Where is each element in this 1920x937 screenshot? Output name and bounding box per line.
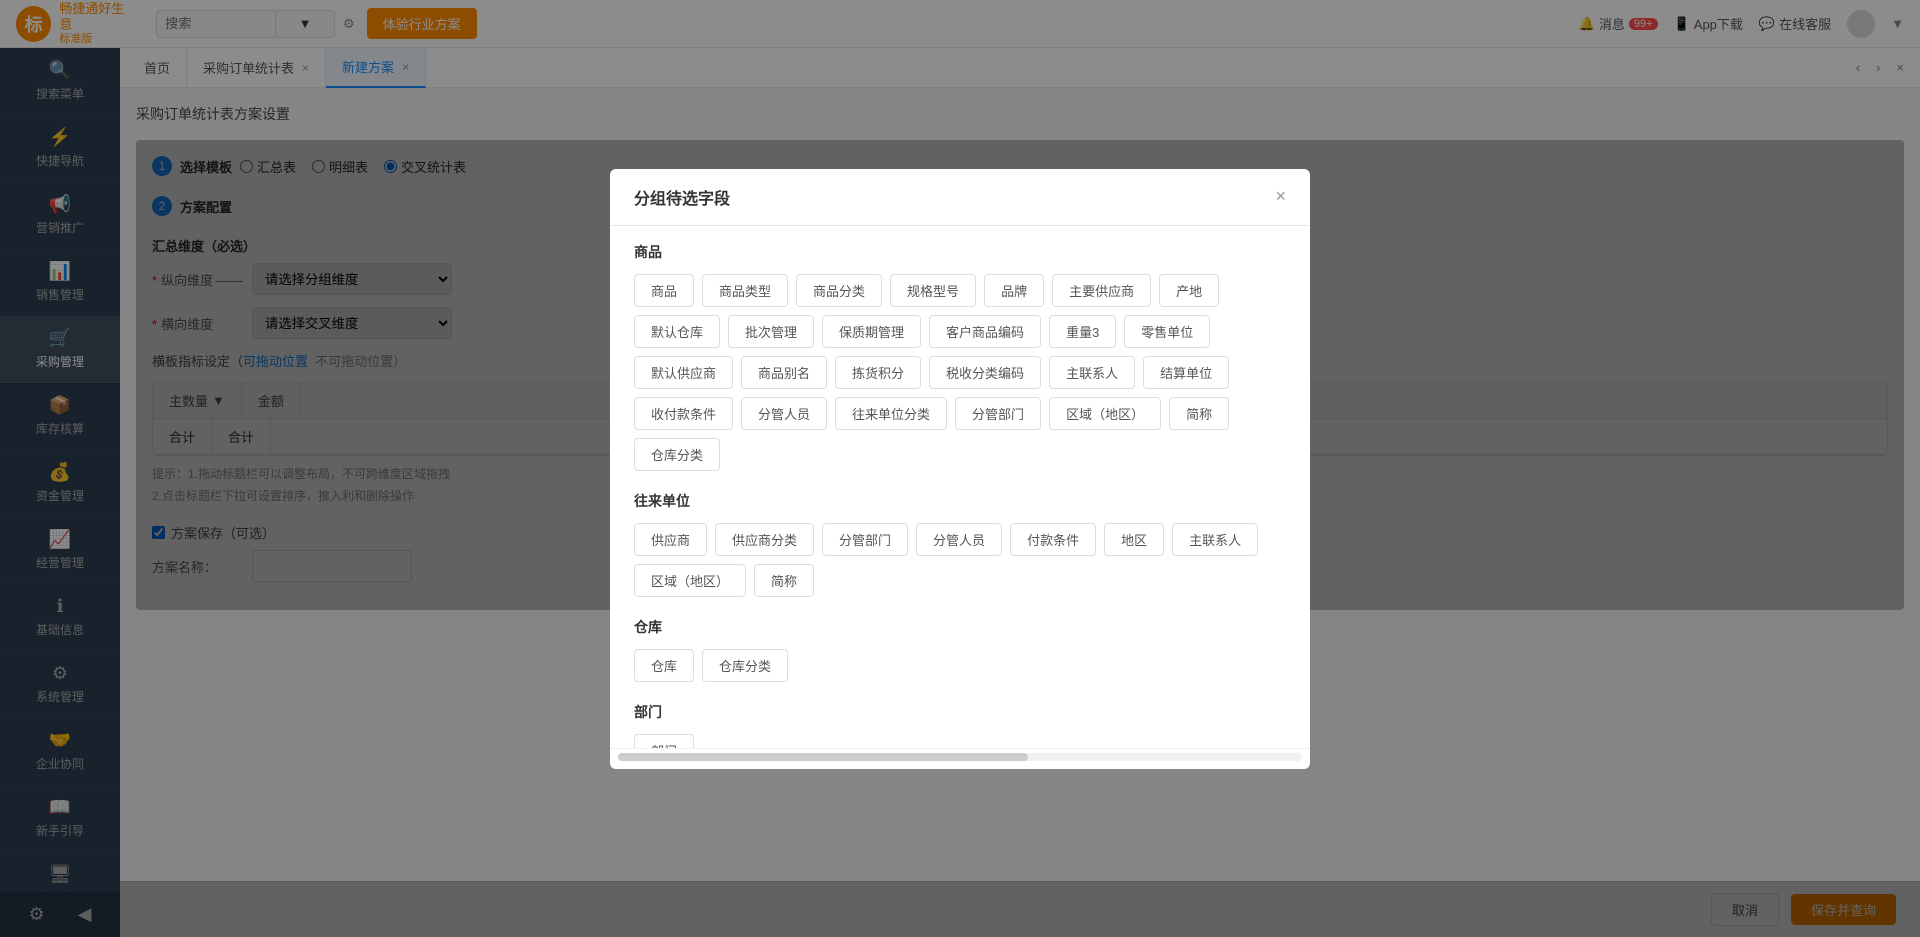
tag-warehouse-cat[interactable]: 仓库分类	[702, 649, 788, 682]
field-select-modal: 分组待选字段 × 商品 商品 商品类型 商品分类 规格型号 品牌 主要供应商 产…	[610, 169, 1310, 769]
field-group-warehouse: 仓库 仓库 仓库分类	[634, 617, 1286, 682]
tag-product[interactable]: 商品	[634, 274, 694, 307]
tag-main-contact[interactable]: 主联系人	[1049, 356, 1135, 389]
tag-supplier-category[interactable]: 供应商分类	[715, 523, 814, 556]
tag-dept-managed[interactable]: 分管部门	[955, 397, 1041, 430]
field-group-dept: 部门 部门	[634, 702, 1286, 748]
tag-region-product[interactable]: 区域（地区）	[1049, 397, 1161, 430]
tag-manager[interactable]: 分管人员	[741, 397, 827, 430]
tag-batch-mgmt[interactable]: 批次管理	[728, 315, 814, 348]
modal-overlay: 分组待选字段 × 商品 商品 商品类型 商品分类 规格型号 品牌 主要供应商 产…	[0, 0, 1920, 937]
field-group-counterpart: 往来单位 供应商 供应商分类 分管部门 分管人员 付款条件 地区 主联系人 区域…	[634, 491, 1286, 597]
tag-retail-unit[interactable]: 零售单位	[1124, 315, 1210, 348]
tag-default-warehouse[interactable]: 默认仓库	[634, 315, 720, 348]
modal-hscrollbar[interactable]	[618, 753, 1302, 761]
tag-warehouse[interactable]: 仓库	[634, 649, 694, 682]
tag-pay-terms-counterpart[interactable]: 付款条件	[1010, 523, 1096, 556]
field-group-counterpart-title: 往来单位	[634, 491, 1286, 511]
field-group-dept-title: 部门	[634, 702, 1286, 722]
modal-header: 分组待选字段 ×	[610, 169, 1310, 226]
field-tags-counterpart: 供应商 供应商分类 分管部门 分管人员 付款条件 地区 主联系人 区域（地区） …	[634, 523, 1286, 597]
tag-weight[interactable]: 重量3	[1049, 315, 1116, 348]
field-group-products: 商品 商品 商品类型 商品分类 规格型号 品牌 主要供应商 产地 默认仓库 批次…	[634, 242, 1286, 471]
tag-origin[interactable]: 产地	[1159, 274, 1219, 307]
field-group-warehouse-title: 仓库	[634, 617, 1286, 637]
tag-supplier[interactable]: 供应商	[634, 523, 707, 556]
tag-counterpart-category[interactable]: 往来单位分类	[835, 397, 947, 430]
modal-title: 分组待选字段	[634, 185, 730, 209]
tag-settlement-unit[interactable]: 结算单位	[1143, 356, 1229, 389]
field-tags-dept: 部门	[634, 734, 1286, 748]
tag-brand[interactable]: 品牌	[984, 274, 1044, 307]
tag-dept[interactable]: 部门	[634, 734, 694, 748]
tag-region-counterpart[interactable]: 地区	[1104, 523, 1164, 556]
tag-main-supplier[interactable]: 主要供应商	[1052, 274, 1151, 307]
tag-warehouse-category[interactable]: 仓库分类	[634, 438, 720, 471]
tag-short-name-product[interactable]: 简称	[1169, 397, 1229, 430]
modal-scrollbar-area	[610, 748, 1310, 769]
tag-spec-model[interactable]: 规格型号	[890, 274, 976, 307]
tag-shelf-life[interactable]: 保质期管理	[822, 315, 921, 348]
modal-hscrollbar-thumb	[618, 753, 1028, 761]
tag-main-contact-counterpart[interactable]: 主联系人	[1172, 523, 1258, 556]
field-tags-products: 商品 商品类型 商品分类 规格型号 品牌 主要供应商 产地 默认仓库 批次管理 …	[634, 274, 1286, 471]
tag-pick-score[interactable]: 拣货积分	[835, 356, 921, 389]
tag-product-type[interactable]: 商品类型	[702, 274, 788, 307]
tag-short-name-counterpart[interactable]: 简称	[754, 564, 814, 597]
tag-staff-counterpart[interactable]: 分管人员	[916, 523, 1002, 556]
tag-product-alias[interactable]: 商品别名	[741, 356, 827, 389]
tag-product-category[interactable]: 商品分类	[796, 274, 882, 307]
field-tags-warehouse: 仓库 仓库分类	[634, 649, 1286, 682]
tag-region-area-counterpart[interactable]: 区域（地区）	[634, 564, 746, 597]
tag-dept-counterpart[interactable]: 分管部门	[822, 523, 908, 556]
tag-tax-code[interactable]: 税收分类编码	[929, 356, 1041, 389]
modal-close-button[interactable]: ×	[1275, 186, 1286, 207]
tag-payment-terms[interactable]: 收付款条件	[634, 397, 733, 430]
modal-body: 商品 商品 商品类型 商品分类 规格型号 品牌 主要供应商 产地 默认仓库 批次…	[610, 226, 1310, 748]
field-group-products-title: 商品	[634, 242, 1286, 262]
tag-default-supplier[interactable]: 默认供应商	[634, 356, 733, 389]
tag-customer-code[interactable]: 客户商品编码	[929, 315, 1041, 348]
